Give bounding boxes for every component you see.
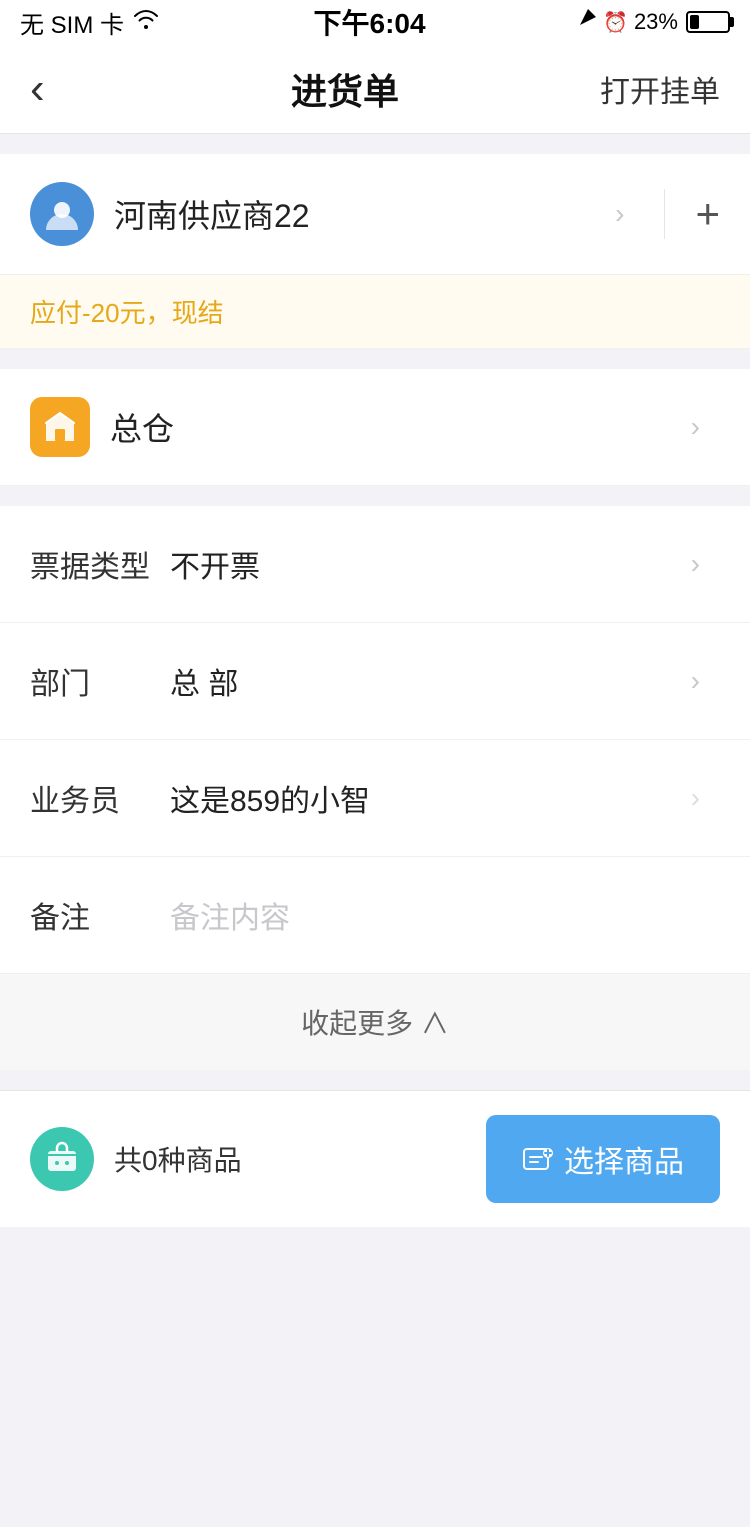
carrier-label: 无 SIM 卡 (20, 5, 124, 40)
department-value: 总 部 (160, 659, 691, 703)
supplier-chevron-icon: › (615, 198, 624, 230)
remark-label: 备注 (30, 893, 160, 937)
status-time: 下午6:04 (314, 2, 426, 42)
warehouse-icon (30, 397, 90, 457)
invoice-type-chevron-icon: › (691, 548, 700, 580)
section-gap-2 (0, 349, 750, 369)
page-title: 进货单 (291, 63, 399, 115)
supplier-name: 河南供应商22 (114, 191, 615, 237)
warehouse-name: 总仓 (110, 404, 691, 450)
open-pending-button[interactable]: 打开挂单 (600, 67, 720, 111)
section-gap-3 (0, 486, 750, 506)
select-goods-icon (522, 1143, 554, 1175)
warehouse-row[interactable]: 总仓 › (0, 369, 750, 486)
department-chevron-icon: › (691, 665, 700, 697)
department-label: 部门 (30, 659, 160, 703)
invoice-type-label: 票据类型 (30, 542, 160, 586)
salesperson-label: 业务员 (30, 776, 160, 820)
cart-icon-wrapper (30, 1127, 94, 1191)
back-button[interactable]: ‹ (30, 64, 90, 114)
background-fill (0, 1227, 750, 1527)
collapse-label: 收起更多 ∧ (301, 1002, 449, 1042)
select-goods-label: 选择商品 (564, 1137, 684, 1181)
wifi-icon (132, 9, 160, 35)
remark-placeholder: 备注内容 (160, 893, 720, 937)
salesperson-row[interactable]: 业务员 这是859的小智 › (0, 740, 750, 857)
supplier-avatar (30, 182, 94, 246)
notice-text: 应付-20元，现结 (30, 298, 224, 328)
add-button[interactable]: + (695, 190, 720, 238)
invoice-type-row[interactable]: 票据类型 不开票 › (0, 506, 750, 623)
department-row[interactable]: 部门 总 部 › (0, 623, 750, 740)
supplier-divider (664, 189, 665, 239)
notice-banner: 应付-20元，现结 (0, 275, 750, 349)
remark-row[interactable]: 备注 备注内容 (0, 857, 750, 974)
salesperson-value: 这是859的小智 (160, 776, 691, 820)
section-gap-4 (0, 1070, 750, 1090)
invoice-type-value: 不开票 (160, 542, 691, 586)
form-section: 票据类型 不开票 › 部门 总 部 › 业务员 这是859的小智 › 备注 备注… (0, 506, 750, 974)
supplier-row[interactable]: 河南供应商22 › + (0, 154, 750, 275)
salesperson-chevron-icon: › (691, 782, 700, 814)
battery-percent: 23% (634, 9, 678, 35)
alarm-icon: ⏰ (603, 10, 628, 35)
section-gap-1 (0, 134, 750, 154)
status-right: ⏰ 23% (579, 8, 730, 36)
warehouse-section: 总仓 › (0, 369, 750, 486)
status-left: 无 SIM 卡 (20, 5, 160, 40)
status-bar: 无 SIM 卡 下午6:04 ⏰ 23% (0, 0, 750, 44)
goods-count: 共0种商品 (114, 1139, 466, 1179)
battery-icon (686, 11, 730, 33)
bottom-bar: 共0种商品 选择商品 (0, 1090, 750, 1227)
location-icon (579, 8, 597, 36)
warehouse-chevron-icon: › (691, 411, 700, 443)
nav-bar: ‹ 进货单 打开挂单 (0, 44, 750, 134)
collapse-row[interactable]: 收起更多 ∧ (0, 974, 750, 1070)
select-goods-button[interactable]: 选择商品 (486, 1115, 720, 1203)
supplier-section: 河南供应商22 › + 应付-20元，现结 (0, 154, 750, 349)
